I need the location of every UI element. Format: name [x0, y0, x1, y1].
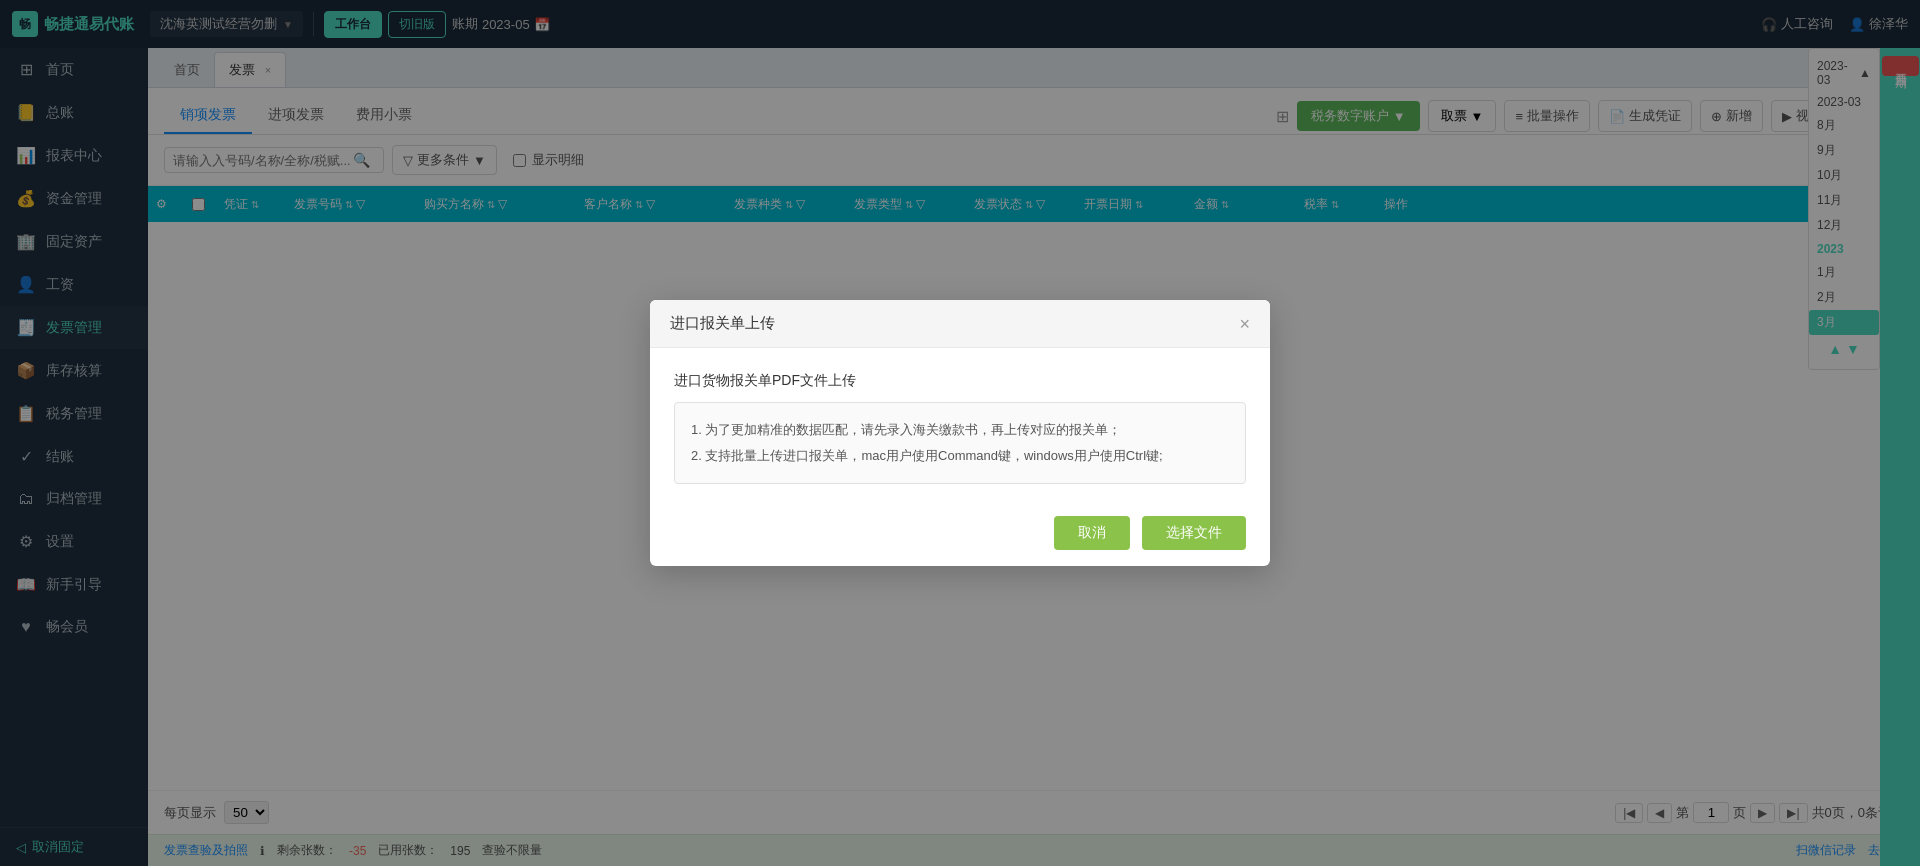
choose-file-button[interactable]: 选择文件 — [1142, 516, 1246, 550]
close-icon[interactable]: × — [1239, 315, 1250, 333]
dialog-instruction-1: 1. 为了更加精准的数据匹配，请先录入海关缴款书，再上传对应的报关单； — [691, 417, 1229, 443]
import-dialog: 进口报关单上传 × 进口货物报关单PDF文件上传 1. 为了更加精准的数据匹配，… — [650, 300, 1270, 566]
cancel-button[interactable]: 取消 — [1054, 516, 1130, 550]
dialog-footer: 取消 选择文件 — [650, 500, 1270, 566]
dialog-overlay: 进口报关单上传 × 进口货物报关单PDF文件上传 1. 为了更加精准的数据匹配，… — [0, 0, 1920, 866]
dialog-header: 进口报关单上传 × — [650, 300, 1270, 348]
dialog-title: 进口报关单上传 — [670, 314, 775, 333]
dialog-section-title: 进口货物报关单PDF文件上传 — [674, 372, 1246, 390]
dialog-instruction-2: 2. 支持批量上传进口报关单，mac用户使用Command键，windows用户… — [691, 443, 1229, 469]
dialog-info-box: 1. 为了更加精准的数据匹配，请先录入海关缴款书，再上传对应的报关单； 2. 支… — [674, 402, 1246, 484]
dialog-body: 进口货物报关单PDF文件上传 1. 为了更加精准的数据匹配，请先录入海关缴款书，… — [650, 348, 1270, 500]
